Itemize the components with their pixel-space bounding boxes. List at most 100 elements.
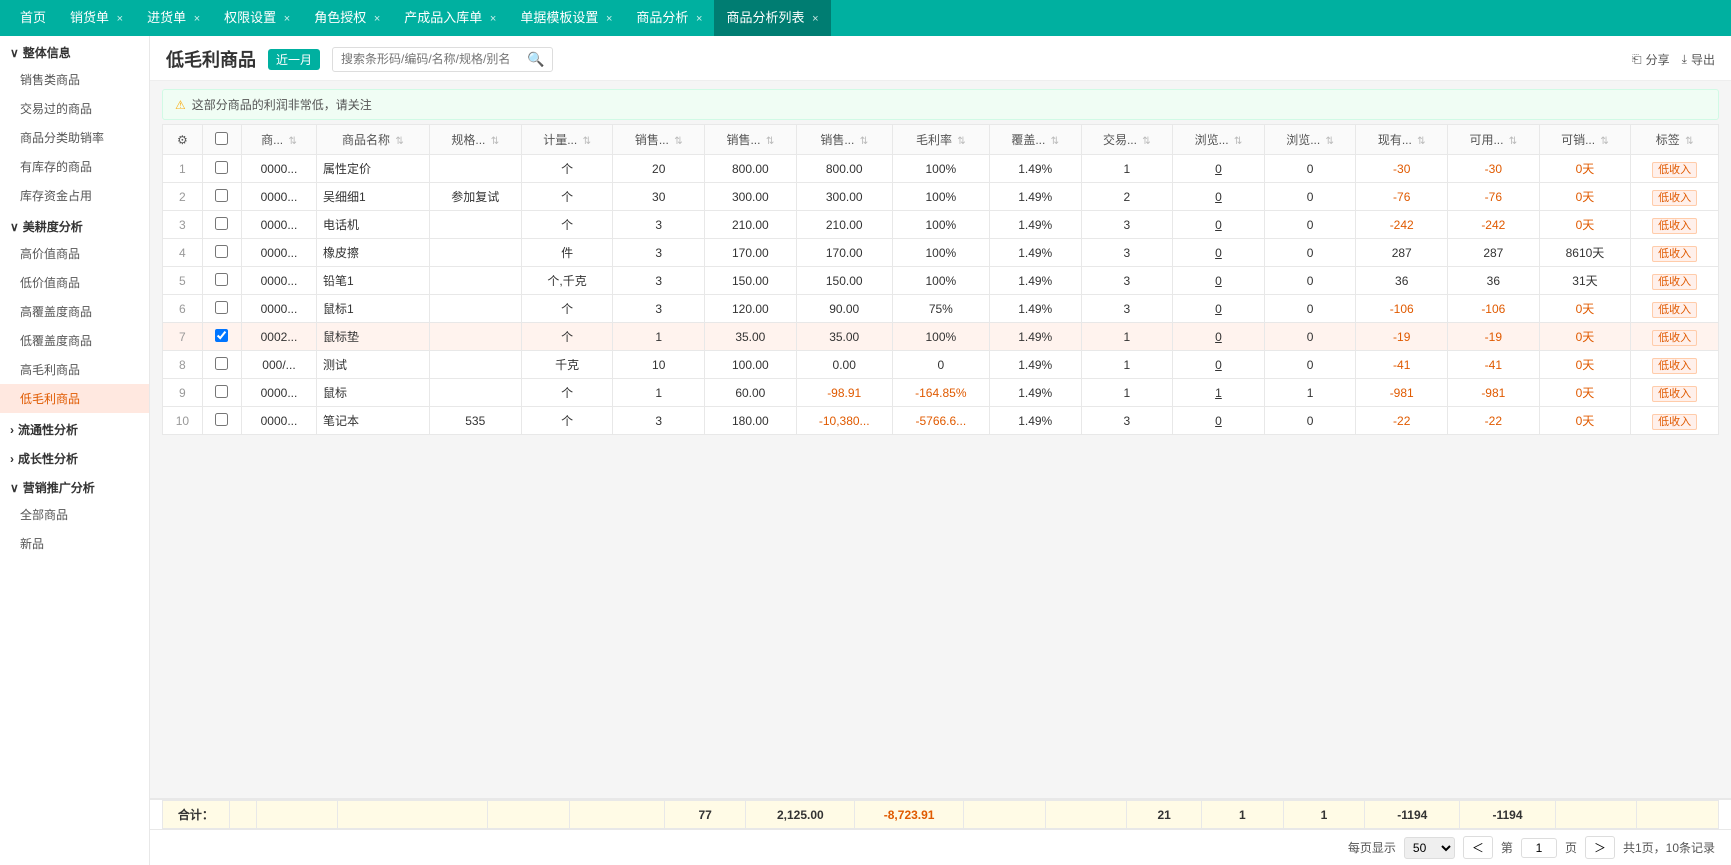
sidebar-group-growth-title[interactable]: › 成长性分析 <box>0 442 149 471</box>
browse1-link[interactable]: 1 <box>1215 386 1222 400</box>
row-name[interactable]: 吴细细1 <box>316 183 429 211</box>
row-select-checkbox[interactable] <box>215 245 228 258</box>
col-gross-margin[interactable]: 毛利率 ⇅ <box>892 125 989 155</box>
nav-analysis[interactable]: 商品分析 × <box>624 0 714 36</box>
sidebar-item-low-value[interactable]: 低价值商品 <box>0 268 149 297</box>
col-sales-price[interactable]: 销售... ⇅ <box>705 125 797 155</box>
sidebar-item-low-margin[interactable]: 低毛利商品 <box>0 384 149 413</box>
col-sales-qty[interactable]: 销售... ⇅ <box>613 125 705 155</box>
nav-permissions[interactable]: 权限设置 × <box>212 0 302 36</box>
nav-purchase-close[interactable]: × <box>194 13 200 25</box>
row-name[interactable]: 测试 <box>316 351 429 379</box>
row-name[interactable]: 笔记本 <box>316 407 429 435</box>
nav-permissions-close[interactable]: × <box>284 13 290 25</box>
browse1-link[interactable]: 0 <box>1215 274 1222 288</box>
sidebar-item-in-stock[interactable]: 有库存的商品 <box>0 152 149 181</box>
nav-sales-close[interactable]: × <box>117 13 123 25</box>
col-settings[interactable]: ⚙ <box>163 125 203 155</box>
col-checkbox[interactable] <box>202 125 241 155</box>
row-name[interactable]: 电话机 <box>316 211 429 239</box>
nav-sales[interactable]: 销货单 × <box>58 0 135 36</box>
nav-product-entry[interactable]: 产成品入库单 × <box>392 0 508 36</box>
row-browse1[interactable]: 1 <box>1173 379 1265 407</box>
row-checkbox[interactable] <box>202 351 241 379</box>
sidebar-item-high-value[interactable]: 高价值商品 <box>0 239 149 268</box>
browse1-link[interactable]: 0 <box>1215 330 1222 344</box>
browse1-link[interactable]: 0 <box>1215 190 1222 204</box>
nav-analysis-list-close[interactable]: × <box>812 13 818 25</box>
row-browse1[interactable]: 0 <box>1173 295 1265 323</box>
search-input[interactable] <box>341 52 521 66</box>
nav-roles-close[interactable]: × <box>374 13 380 25</box>
row-browse1[interactable]: 0 <box>1173 351 1265 379</box>
nav-purchase[interactable]: 进货单 × <box>135 0 212 36</box>
row-select-checkbox[interactable] <box>215 217 228 230</box>
share-button[interactable]: ⎗ 分享 <box>1632 51 1670 68</box>
row-checkbox[interactable] <box>202 407 241 435</box>
row-select-checkbox[interactable] <box>215 357 228 370</box>
nav-home[interactable]: 首页 <box>8 0 58 36</box>
row-name[interactable]: 铅笔1 <box>316 267 429 295</box>
row-browse1[interactable]: 0 <box>1173 211 1265 239</box>
sidebar-item-capital[interactable]: 库存资金占用 <box>0 181 149 210</box>
sidebar-item-new-products[interactable]: 新品 <box>0 529 149 558</box>
col-current-stock[interactable]: 现有... ⇅ <box>1356 125 1448 155</box>
col-sales-profit[interactable]: 销售... ⇅ <box>796 125 892 155</box>
row-browse1[interactable]: 0 <box>1173 407 1265 435</box>
nav-analysis-list[interactable]: 商品分析列表 × <box>714 0 830 36</box>
col-unit[interactable]: 计量... ⇅ <box>521 125 613 155</box>
prev-page-button[interactable]: ＜ <box>1463 836 1493 859</box>
nav-product-entry-close[interactable]: × <box>490 13 496 25</box>
row-name[interactable]: 属性定价 <box>316 155 429 183</box>
sidebar-group-aesthetic-title[interactable]: ∨ 美耕度分析 <box>0 210 149 239</box>
row-name[interactable]: 鼠标垫 <box>316 323 429 351</box>
row-browse1[interactable]: 0 <box>1173 323 1265 351</box>
row-browse1[interactable]: 0 <box>1173 183 1265 211</box>
nav-analysis-close[interactable]: × <box>696 13 702 25</box>
sidebar-item-high-margin[interactable]: 高毛利商品 <box>0 355 149 384</box>
col-saleable[interactable]: 可销... ⇅ <box>1539 125 1631 155</box>
sidebar-item-all-products[interactable]: 全部商品 <box>0 500 149 529</box>
per-page-select[interactable]: 50 100 200 <box>1404 837 1455 859</box>
browse1-link[interactable]: 0 <box>1215 162 1222 176</box>
export-button[interactable]: ⤓ 导出 <box>1682 51 1715 68</box>
browse1-link[interactable]: 0 <box>1215 218 1222 232</box>
col-available[interactable]: 可用... ⇅ <box>1448 125 1540 155</box>
sidebar-group-marketing-title[interactable]: ∨ 营销推广分析 <box>0 471 149 500</box>
sidebar-item-sales-products[interactable]: 销售类商品 <box>0 65 149 94</box>
browse1-link[interactable]: 0 <box>1215 302 1222 316</box>
next-page-button[interactable]: ＞ <box>1585 836 1615 859</box>
row-name[interactable]: 橡皮擦 <box>316 239 429 267</box>
search-icon[interactable]: 🔍 <box>527 51 544 68</box>
col-browse2[interactable]: 浏览... ⇅ <box>1264 125 1356 155</box>
row-select-checkbox[interactable] <box>215 273 228 286</box>
sidebar-group-circulation-title[interactable]: › 流通性分析 <box>0 413 149 442</box>
row-checkbox[interactable] <box>202 379 241 407</box>
sidebar-group-overall-title[interactable]: ∨ 整体信息 <box>0 36 149 65</box>
sidebar-item-high-coverage[interactable]: 高覆盖度商品 <box>0 297 149 326</box>
row-select-checkbox[interactable] <box>215 413 228 426</box>
col-browse1[interactable]: 浏览... ⇅ <box>1173 125 1265 155</box>
row-select-checkbox[interactable] <box>215 301 228 314</box>
select-all-checkbox[interactable] <box>215 132 228 145</box>
col-tag[interactable]: 标签 ⇅ <box>1631 125 1719 155</box>
nav-roles[interactable]: 角色授权 × <box>302 0 392 36</box>
row-checkbox[interactable] <box>202 267 241 295</box>
row-checkbox[interactable] <box>202 295 241 323</box>
col-transaction[interactable]: 交易... ⇅ <box>1081 125 1173 155</box>
browse1-link[interactable]: 0 <box>1215 414 1222 428</box>
row-select-checkbox[interactable] <box>215 161 228 174</box>
row-checkbox[interactable] <box>202 183 241 211</box>
filter-tag[interactable]: 近一月 <box>268 49 320 70</box>
row-select-checkbox[interactable] <box>215 329 228 342</box>
browse1-link[interactable]: 0 <box>1215 358 1222 372</box>
row-select-checkbox[interactable] <box>215 385 228 398</box>
col-spec[interactable]: 规格... ⇅ <box>429 125 521 155</box>
nav-template[interactable]: 单据模板设置 × <box>508 0 624 36</box>
row-browse1[interactable]: 0 <box>1173 155 1265 183</box>
col-code[interactable]: 商... ⇅ <box>241 125 316 155</box>
col-coverage[interactable]: 覆盖... ⇅ <box>989 125 1081 155</box>
nav-template-close[interactable]: × <box>606 13 612 25</box>
col-name[interactable]: 商品名称 ⇅ <box>316 125 429 155</box>
row-checkbox[interactable] <box>202 323 241 351</box>
